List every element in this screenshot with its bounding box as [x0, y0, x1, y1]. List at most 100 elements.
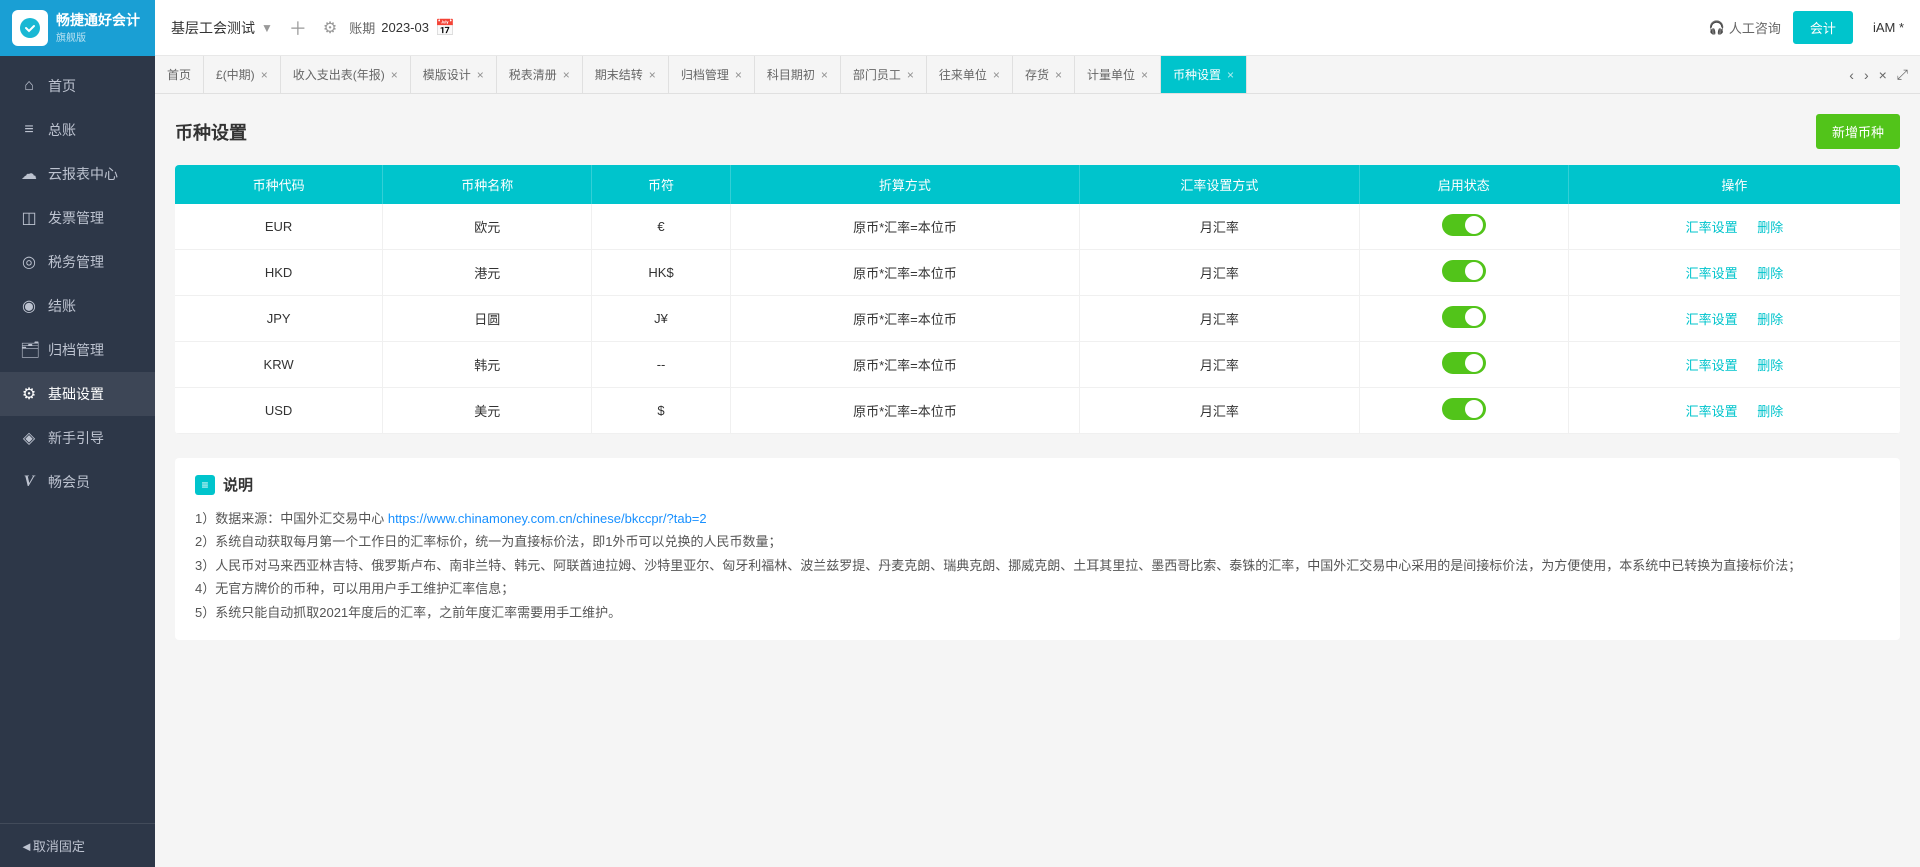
cloud-icon: ☁	[20, 164, 38, 184]
cell-status-2[interactable]	[1359, 296, 1568, 342]
tab-close-income-report[interactable]: ×	[391, 68, 398, 82]
tab-archive[interactable]: 归档管理 ×	[669, 56, 755, 94]
sidebar-item-member[interactable]: V 畅会员	[0, 460, 155, 504]
tab-close-currency[interactable]: ×	[1227, 68, 1234, 82]
cell-name-1: 港元	[383, 250, 592, 296]
col-name: 币种名称	[383, 165, 592, 204]
tab-close-counterparty[interactable]: ×	[993, 68, 1000, 82]
delete-btn-1[interactable]: 删除	[1757, 266, 1783, 281]
cell-symbol-2: J¥	[592, 296, 731, 342]
col-actions: 操作	[1568, 165, 1900, 204]
tab-period-close[interactable]: 期末结转 ×	[583, 56, 669, 94]
cell-status-1[interactable]	[1359, 250, 1568, 296]
sidebar-item-tax[interactable]: ◎ 税务管理	[0, 240, 155, 284]
cell-status-3[interactable]	[1359, 342, 1568, 388]
sidebar-item-archive[interactable]: 🗂 归档管理	[0, 328, 155, 372]
help-btn[interactable]: 🎧 人工咨询	[1709, 18, 1781, 37]
tab-inventory[interactable]: 存货 ×	[1013, 56, 1075, 94]
cell-actions-3: 汇率设置 删除	[1568, 342, 1900, 388]
tab-unit[interactable]: 计量单位 ×	[1075, 56, 1161, 94]
period-selector[interactable]: 账期 2023-03 📅	[349, 18, 455, 38]
tab-home[interactable]: 首页	[155, 56, 204, 94]
tab-close-template[interactable]: ×	[477, 68, 484, 82]
sidebar-item-settings[interactable]: ⚙ 基础设置	[0, 372, 155, 416]
tab-next-btn[interactable]: ›	[1860, 65, 1873, 85]
cell-calc-3: 原币*汇率=本位币	[730, 342, 1079, 388]
sidebar-item-close[interactable]: ◉ 结账	[0, 284, 155, 328]
delete-btn-2[interactable]: 删除	[1757, 312, 1783, 327]
toggle-enabled-3[interactable]	[1442, 352, 1486, 374]
sidebar-item-reports[interactable]: ☁ 云报表中心	[0, 152, 155, 196]
member-icon: V	[20, 473, 38, 491]
tab-close-subject-init[interactable]: ×	[821, 68, 828, 82]
toggle-enabled-0[interactable]	[1442, 214, 1486, 236]
tab-dept-staff[interactable]: 部门员工 ×	[841, 56, 927, 94]
sidebar-nav: ⌂ 首页 ≡ 总账 ☁ 云报表中心 ◫ 发票管理 ◎ 税务管理 ◉ 结账 🗂 归…	[0, 56, 155, 823]
tabs-bar: 首页 £(中期) × 收入支出表(年报) × 模版设计 × 税表清册 × 期末结…	[155, 56, 1920, 94]
table-row: HKD 港元 HK$ 原币*汇率=本位币 月汇率 汇率设置 删除	[175, 250, 1900, 296]
tab-close-period-close[interactable]: ×	[649, 68, 656, 82]
new-currency-btn[interactable]: 新增币种	[1816, 114, 1900, 149]
tab-maximize-btn[interactable]: ⤢	[1893, 64, 1912, 85]
cell-name-4: 美元	[383, 388, 592, 434]
tab-midperiod[interactable]: £(中期) ×	[204, 56, 281, 94]
cell-calc-0: 原币*汇率=本位币	[730, 204, 1079, 250]
tab-template[interactable]: 模版设计 ×	[411, 56, 497, 94]
tab-counterparty[interactable]: 往来单位 ×	[927, 56, 1013, 94]
notes-section: ≡ 说明 1）数据来源：中国外汇交易中心 https://www.chinamo…	[175, 458, 1900, 640]
toggle-enabled-2[interactable]	[1442, 306, 1486, 328]
sidebar-item-guide[interactable]: ◈ 新手引导	[0, 416, 155, 460]
cell-symbol-4: $	[592, 388, 731, 434]
rate-setting-btn-0[interactable]: 汇率设置	[1686, 220, 1738, 235]
rate-setting-btn-1[interactable]: 汇率设置	[1686, 266, 1738, 281]
sidebar-item-invoices[interactable]: ◫ 发票管理	[0, 196, 155, 240]
tab-prev-btn[interactable]: ‹	[1845, 65, 1858, 85]
cell-calc-2: 原币*汇率=本位币	[730, 296, 1079, 342]
sidebar-item-ledger[interactable]: ≡ 总账	[0, 108, 155, 152]
cell-calc-4: 原币*汇率=本位币	[730, 388, 1079, 434]
tab-close-archive[interactable]: ×	[735, 68, 742, 82]
tab-close-dept-staff[interactable]: ×	[907, 68, 914, 82]
cell-code-3: KRW	[175, 342, 383, 388]
cell-code-4: USD	[175, 388, 383, 434]
rate-setting-btn-2[interactable]: 汇率设置	[1686, 312, 1738, 327]
delete-btn-3[interactable]: 删除	[1757, 358, 1783, 373]
toggle-enabled-4[interactable]	[1442, 398, 1486, 420]
tab-close-inventory[interactable]: ×	[1055, 68, 1062, 82]
cell-actions-2: 汇率设置 删除	[1568, 296, 1900, 342]
cell-status-0[interactable]	[1359, 204, 1568, 250]
tab-currency[interactable]: 币种设置 ×	[1161, 56, 1247, 94]
delete-btn-4[interactable]: 删除	[1757, 404, 1783, 419]
tab-close-midperiod[interactable]: ×	[261, 68, 268, 82]
company-selector[interactable]: 基层工会测试 ▼	[171, 18, 273, 38]
user-label: iAM *	[1873, 20, 1904, 35]
tab-close-unit[interactable]: ×	[1141, 68, 1148, 82]
accounting-mode-btn[interactable]: 会计	[1793, 11, 1853, 44]
currency-table-container: 币种代码 币种名称 币符 折算方式 汇率设置方式 启用状态 操作 EUR 欧元 …	[175, 165, 1900, 434]
tab-subject-init[interactable]: 科目期初 ×	[755, 56, 841, 94]
ledger-icon: ≡	[20, 121, 38, 139]
add-tab-btn[interactable]: ＋	[285, 11, 311, 45]
cell-status-4[interactable]	[1359, 388, 1568, 434]
toggle-knob-0	[1465, 216, 1483, 234]
tab-tax-list[interactable]: 税表清册 ×	[497, 56, 583, 94]
rate-setting-btn-3[interactable]: 汇率设置	[1686, 358, 1738, 373]
tab-close-tax-list[interactable]: ×	[563, 68, 570, 82]
delete-btn-0[interactable]: 删除	[1757, 220, 1783, 235]
tab-income-report[interactable]: 收入支出表(年报) ×	[281, 56, 411, 94]
cell-symbol-0: €	[592, 204, 731, 250]
main-area: 基层工会测试 ▼ ＋ ⚙ 账期 2023-03 📅 🎧 人工咨询 会计 iAM …	[155, 0, 1920, 867]
sidebar-collapse-btn[interactable]: ◄取消固定	[0, 823, 155, 867]
rate-setting-btn-4[interactable]: 汇率设置	[1686, 404, 1738, 419]
close-account-icon: ◉	[20, 296, 38, 316]
notes-external-link[interactable]: https://www.chinamoney.com.cn/chinese/bk…	[388, 511, 707, 526]
toggle-enabled-1[interactable]	[1442, 260, 1486, 282]
sidebar-item-home[interactable]: ⌂ 首页	[0, 64, 155, 108]
workspace-settings-icon[interactable]: ⚙	[323, 18, 337, 38]
calendar-icon[interactable]: 📅	[435, 18, 455, 38]
table-row: EUR 欧元 € 原币*汇率=本位币 月汇率 汇率设置 删除	[175, 204, 1900, 250]
tab-close-all-btn[interactable]: ×	[1875, 65, 1891, 85]
col-rate-type: 汇率设置方式	[1080, 165, 1360, 204]
col-code: 币种代码	[175, 165, 383, 204]
tabs-controls: ‹ › × ⤢	[1837, 64, 1920, 85]
